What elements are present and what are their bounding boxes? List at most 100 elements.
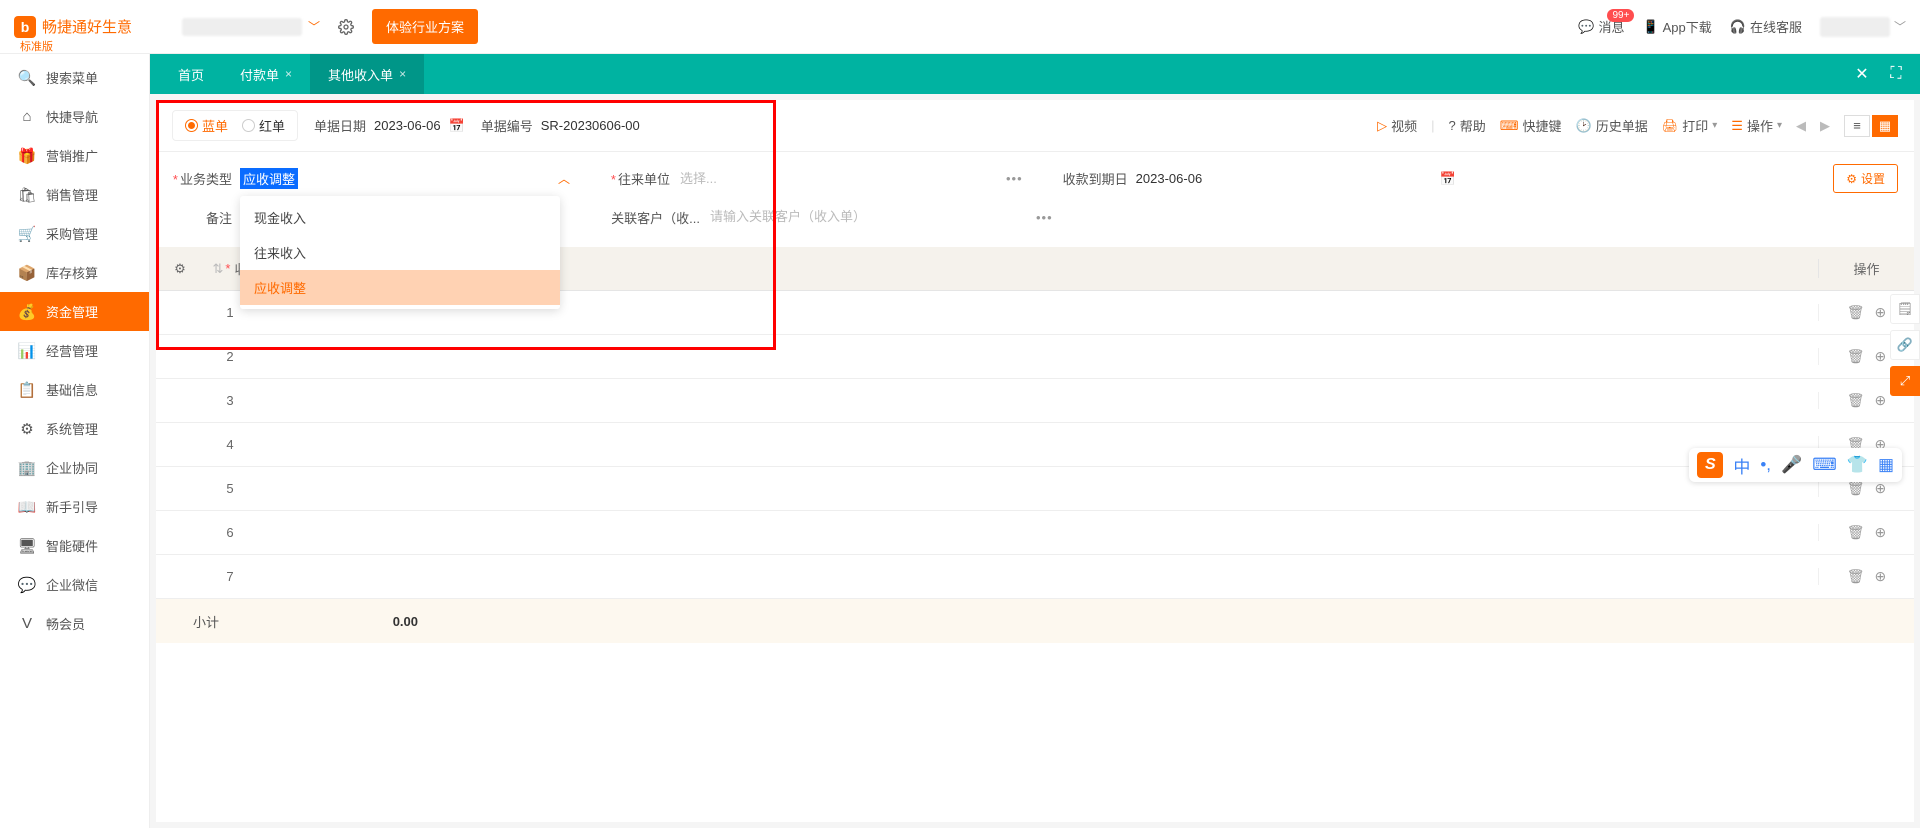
add-row-icon[interactable]: ⊕ [1875, 524, 1887, 541]
operate-link[interactable]: ☰操作▾ [1731, 116, 1782, 135]
dropdown-option-ar[interactable]: 往来收入 [240, 235, 560, 270]
sidebar-item-business[interactable]: 📊经营管理 [0, 331, 149, 370]
sidebar-item-system[interactable]: ⚙系统管理 [0, 409, 149, 448]
dropdown-option-cash[interactable]: 现金收入 [240, 200, 560, 235]
keyboard-icon: ⌨ [1500, 118, 1519, 134]
sidebar-item-purchase[interactable]: 🛒采购管理 [0, 214, 149, 253]
side-tool-expand[interactable]: ⤢ [1890, 366, 1920, 396]
subtotal-value: 0.00 [256, 614, 436, 629]
delete-icon[interactable]: 🗑 [1847, 480, 1865, 497]
table-row[interactable]: 5🗑⊕ [156, 467, 1914, 511]
add-row-icon[interactable]: ⊕ [1875, 392, 1887, 409]
side-tool-note[interactable]: 🗒 [1890, 294, 1920, 324]
close-icon[interactable]: × [285, 67, 292, 81]
table-row[interactable]: 6🗑⊕ [156, 511, 1914, 555]
sidebar-item-guide[interactable]: 📖新手引导 [0, 487, 149, 526]
settings-button[interactable]: ⚙设置 [1833, 164, 1898, 193]
messages-link[interactable]: 💬 消息 99+ [1578, 17, 1624, 36]
row-index: 4 [204, 437, 256, 452]
ime-punct-icon[interactable]: •, [1760, 455, 1771, 475]
video-link[interactable]: ▷视频 [1377, 116, 1417, 135]
sidebar-item-shortcut[interactable]: ⌂快捷导航 [0, 97, 149, 136]
more-icon[interactable]: ••• [1006, 171, 1023, 186]
close-all-icon[interactable]: ✕ [1850, 64, 1874, 84]
add-row-icon[interactable]: ⊕ [1875, 348, 1887, 365]
sidebar-item-collab[interactable]: 🏢企业协同 [0, 448, 149, 487]
ime-mic-icon[interactable]: 🎤 [1781, 455, 1802, 475]
tab-home[interactable]: 首页 [160, 54, 222, 94]
table-row[interactable]: 4🗑⊕ [156, 423, 1914, 467]
collab-icon: 🏢 [18, 459, 36, 477]
wallet-icon: 💰 [18, 303, 36, 321]
settings-button[interactable] [332, 13, 360, 41]
form-area: *业务类型 应收调整 ︿ 现金收入 往来收入 应收调整 *往来单位 [156, 152, 1914, 247]
history-label: 历史单据 [1596, 116, 1648, 135]
add-row-icon[interactable]: ⊕ [1875, 568, 1887, 585]
sidebar-item-marketing[interactable]: 🎁营销推广 [0, 136, 149, 175]
more-icon[interactable]: ••• [1036, 210, 1053, 225]
ime-lang[interactable]: 中 [1733, 453, 1750, 478]
sidebar-item-basic[interactable]: 📋基础信息 [0, 370, 149, 409]
related-customer-input[interactable] [708, 205, 1028, 229]
ime-skin-icon[interactable]: 👕 [1847, 455, 1868, 475]
shortcut-link[interactable]: ⌨快捷键 [1500, 116, 1562, 135]
app-download-link[interactable]: 📱 App下载 [1642, 17, 1711, 36]
sidebar-item-label: 营销推广 [46, 146, 98, 165]
view-form-button[interactable]: ▦ [1872, 115, 1898, 137]
close-icon[interactable]: × [399, 67, 406, 81]
dealer-input[interactable] [678, 167, 998, 191]
sidebar-item-vip[interactable]: V畅会员 [0, 604, 149, 643]
dealer-field: *往来单位 ••• [610, 167, 1023, 191]
delete-icon[interactable]: 🗑 [1847, 348, 1865, 365]
ime-keyboard-icon[interactable]: ⌨ [1812, 455, 1837, 475]
calendar-icon[interactable]: 📅 [449, 118, 465, 134]
table-row[interactable]: 7 🗑 ⊕ [156, 555, 1914, 599]
print-link[interactable]: 🖨打印▾ [1662, 116, 1718, 135]
fullscreen-icon[interactable]: ⛶ [1884, 65, 1908, 83]
delete-icon[interactable]: 🗑 [1847, 524, 1865, 541]
search-icon: 🔍 [18, 69, 36, 87]
industry-cta-button[interactable]: 体验行业方案 [372, 9, 478, 44]
biz-type-dropdown: 现金收入 往来收入 应收调整 [240, 196, 560, 309]
chevron-down-icon: ﹀ [308, 18, 320, 35]
table-settings-button[interactable]: ⚙ [156, 261, 204, 277]
user-menu[interactable]: ﹀ [1820, 17, 1906, 37]
biz-type-select[interactable]: 应收调整 ︿ 现金收入 往来收入 应收调整 [240, 168, 570, 190]
bag-icon: 🛒 [18, 225, 36, 243]
gear-icon: ⚙ [174, 261, 186, 277]
history-link[interactable]: 🕑历史单据 [1576, 116, 1648, 135]
sidebar-item-search-menu[interactable]: 🔍搜索菜单 [0, 58, 149, 97]
delete-icon[interactable]: 🗑 [1847, 304, 1865, 321]
help-link[interactable]: ?帮助 [1449, 116, 1486, 135]
sidebar-item-hardware[interactable]: 🖥智能硬件 [0, 526, 149, 565]
table-row[interactable]: 3🗑⊕ [156, 379, 1914, 423]
prev-icon[interactable]: ◀ [1796, 118, 1806, 134]
sidebar-item-sales[interactable]: 🛍销售管理 [0, 175, 149, 214]
row-index: 7 [204, 569, 256, 584]
vip-icon: V [18, 615, 36, 633]
tab-payment[interactable]: 付款单× [222, 54, 310, 94]
table-row[interactable]: 2🗑⊕ [156, 335, 1914, 379]
org-selector[interactable]: ﹀ [182, 18, 320, 36]
delete-icon[interactable]: 🗑 [1847, 392, 1865, 409]
brand-logo-icon: b [14, 16, 36, 38]
dropdown-option-adjust[interactable]: 应收调整 [240, 270, 560, 305]
doc-date-field[interactable]: 单据日期 2023-06-06 📅 [314, 116, 465, 135]
ime-bar[interactable]: S 中 •, 🎤 ⌨ 👕 ▦ [1689, 448, 1902, 482]
calendar-icon[interactable]: 📅 [1439, 171, 1455, 187]
ime-toolbox-icon[interactable]: ▦ [1878, 455, 1894, 475]
radio-blue[interactable]: 蓝单 [185, 116, 228, 135]
sidebar-item-inventory[interactable]: 📦库存核算 [0, 253, 149, 292]
sidebar-item-label: 快捷导航 [46, 107, 98, 126]
online-service-link[interactable]: 🎧 在线客服 [1730, 17, 1802, 36]
add-row-icon[interactable]: ⊕ [1875, 480, 1887, 497]
delete-icon[interactable]: 🗑 [1847, 568, 1865, 585]
sidebar-item-funds[interactable]: 💰资金管理 [0, 292, 149, 331]
view-list-button[interactable]: ≡ [1844, 115, 1870, 137]
add-row-icon[interactable]: ⊕ [1875, 304, 1887, 321]
next-icon[interactable]: ▶ [1820, 118, 1830, 134]
side-tool-link[interactable]: 🔗 [1890, 330, 1920, 360]
sidebar-item-wechat[interactable]: 💬企业微信 [0, 565, 149, 604]
radio-red[interactable]: 红单 [242, 116, 285, 135]
tab-other-income[interactable]: 其他收入单× [310, 54, 424, 94]
